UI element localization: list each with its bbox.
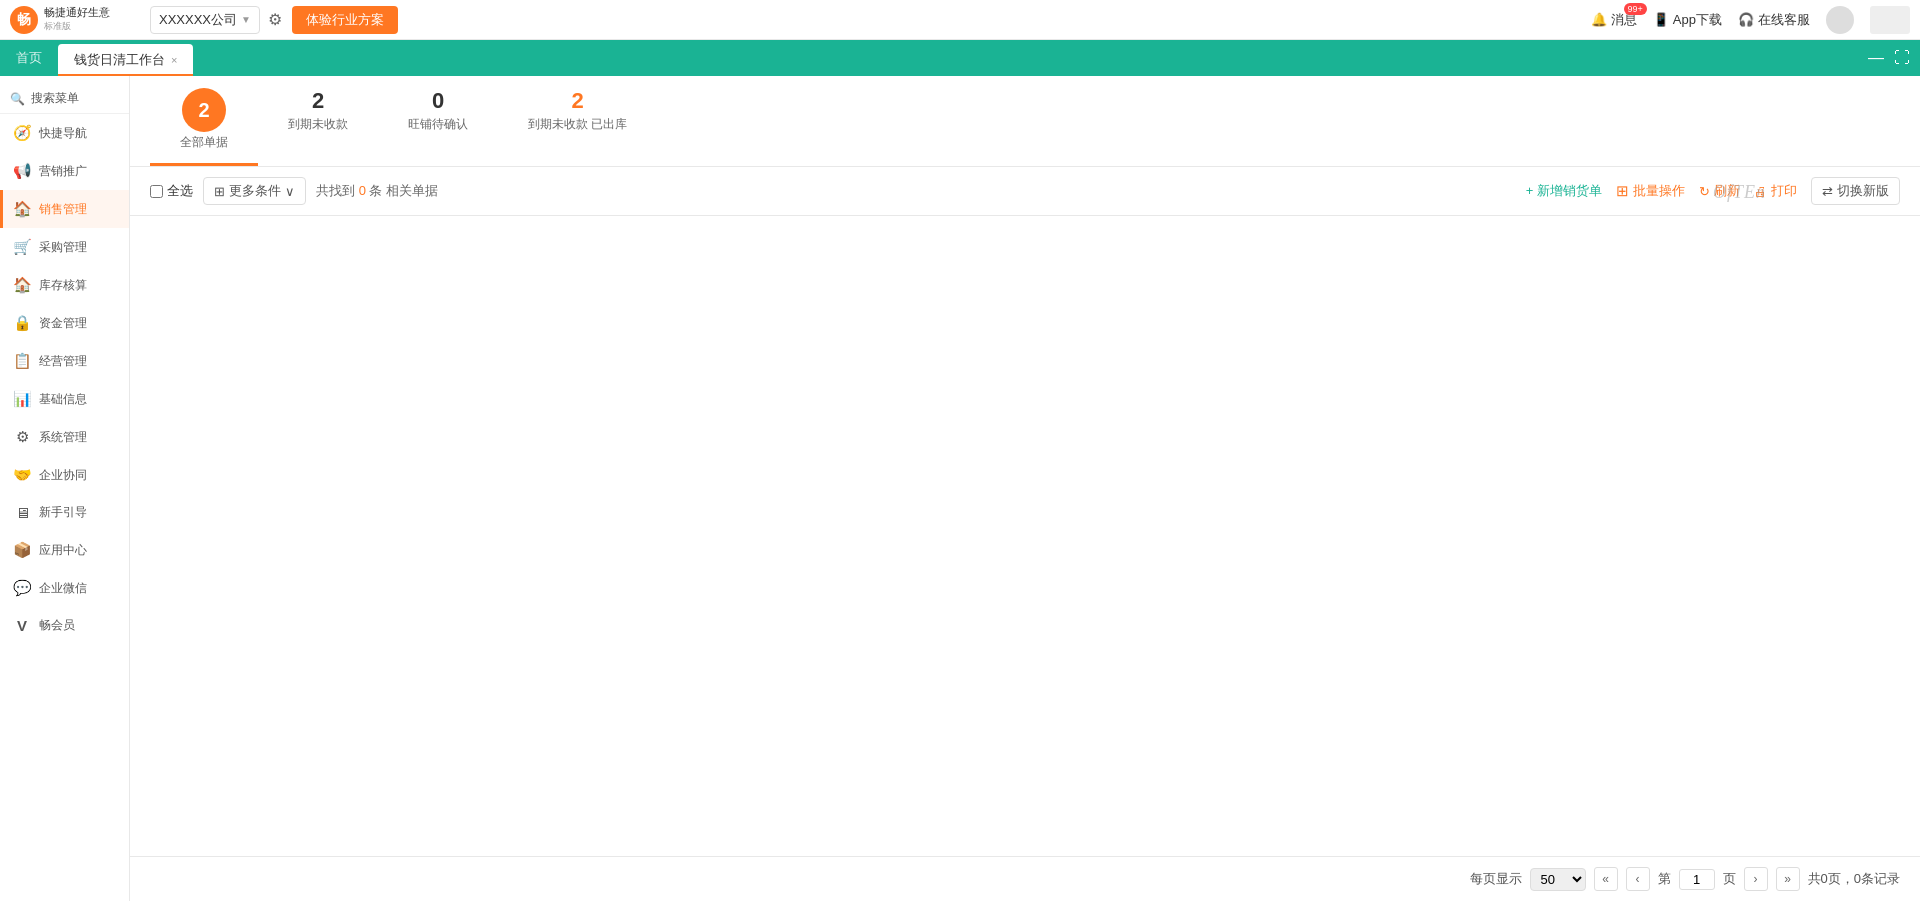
finance-icon: 🔒	[13, 314, 31, 332]
messages-badge: 99+	[1624, 3, 1647, 15]
sidebar-item-appstore[interactable]: 📦 应用中心	[0, 531, 129, 569]
tab-progress-bar	[58, 74, 193, 76]
sidebar-item-wechat[interactable]: 💬 企业微信	[0, 569, 129, 607]
sidebar-item-operations[interactable]: 📋 经营管理	[0, 342, 129, 380]
window-minimize-icon[interactable]: —	[1868, 49, 1884, 67]
search-icon: 🔍	[10, 92, 25, 106]
sidebar-item-inventory[interactable]: 🏠 库存核算	[0, 266, 129, 304]
page-label: 第	[1658, 870, 1671, 888]
top-header: 畅 畅捷通好生意 标准版 XXXXXX公司 ▼ ⚙ 体验行业方案 🔔 消息 99…	[0, 0, 1920, 40]
batch-icon: ⊞	[1616, 182, 1629, 200]
window-maximize-icon[interactable]: ⛶	[1894, 49, 1910, 67]
next-page-button[interactable]: ›	[1744, 867, 1768, 891]
filter-icon: ⊞	[214, 184, 225, 199]
wechat-icon: 💬	[13, 579, 31, 597]
tab-home[interactable]: 首页	[0, 40, 58, 76]
sidebar: 🔍 搜索菜单 🧭 快捷导航 📢 营销推广 🏠 销售管理 🛒 采购管理 🏠	[0, 76, 130, 901]
headset-icon: 🎧	[1738, 12, 1754, 27]
download-icon: 📱	[1653, 12, 1669, 27]
chevron-down-icon: ∨	[285, 184, 295, 199]
stats-tabs: 2 全部单据 2 到期未收款 0 旺铺待确认 2 到期未收款 已出库	[130, 76, 1920, 167]
inventory-icon: 🏠	[13, 276, 31, 294]
nav-tabs-bar: 首页 钱货日清工作台 × — ⛶	[0, 40, 1920, 76]
settings-icon[interactable]: ⚙	[268, 10, 282, 29]
sidebar-item-purchase[interactable]: 🛒 采购管理	[0, 228, 129, 266]
stats-tab-shipped[interactable]: 2 到期未收款 已出库	[498, 76, 657, 166]
content-area: 2 全部单据 2 到期未收款 0 旺铺待确认 2 到期未收款 已出库 全选	[130, 76, 1920, 901]
sales-icon: 🏠	[13, 200, 31, 218]
filter-button[interactable]: ⊞ 更多条件 ∨	[203, 177, 306, 205]
app-name: 畅捷通好生意 标准版	[44, 6, 110, 32]
sidebar-item-member[interactable]: V 畅会员	[0, 607, 129, 644]
stats-tab-pending[interactable]: 0 旺铺待确认	[378, 76, 498, 166]
sidebar-top: 🔍 搜索菜单 🧭 快捷导航 📢 营销推广 🏠 销售管理 🛒 采购管理 🏠	[0, 76, 129, 652]
system-icon: ⚙	[13, 428, 31, 446]
add-order-button[interactable]: + 新增销货单	[1526, 182, 1602, 200]
switch-version-button[interactable]: ⇄ 切换新版	[1811, 177, 1900, 205]
switch-icon: ⇄	[1822, 184, 1833, 199]
first-page-button[interactable]: «	[1594, 867, 1618, 891]
total-info: 共0页，0条记录	[1808, 870, 1900, 888]
bell-icon: 🔔	[1591, 12, 1607, 27]
user-name-area[interactable]	[1870, 6, 1910, 34]
nav-right-icons: — ⛶	[1868, 40, 1920, 76]
sidebar-item-guide[interactable]: 🖥 新手引导	[0, 494, 129, 531]
company-name: XXXXXX公司	[159, 11, 237, 29]
avatar[interactable]	[1826, 6, 1854, 34]
member-icon: V	[13, 617, 31, 634]
pagination-bar: 每页显示 50 100 200 « ‹ 第 页 › » 共0页，0条记录	[130, 856, 1920, 901]
guide-icon: 🖥	[13, 504, 31, 521]
compass-icon: 🧭	[13, 124, 31, 142]
operations-icon: 📋	[13, 352, 31, 370]
online-service-button[interactable]: 🎧 在线客服	[1738, 11, 1810, 29]
tab-close-icon[interactable]: ×	[171, 54, 177, 66]
batch-operation-button[interactable]: ⊞ 批量操作	[1616, 182, 1685, 200]
refresh-icon: ↻	[1699, 184, 1710, 199]
tab-active[interactable]: 钱货日清工作台 ×	[58, 44, 193, 76]
header-right: 🔔 消息 99+ 📱 App下载 🎧 在线客服	[1591, 6, 1910, 34]
page-suffix: 页	[1723, 870, 1736, 888]
sidebar-search[interactable]: 🔍 搜索菜单	[0, 84, 129, 114]
stats-tab-all[interactable]: 2 全部单据	[150, 76, 258, 166]
table-area	[130, 216, 1920, 856]
select-all-checkbox[interactable]: 全选	[150, 182, 193, 200]
sidebar-item-quick-nav[interactable]: 🧭 快捷导航	[0, 114, 129, 152]
watermark-text: OfTEn	[1713, 182, 1766, 203]
sidebar-item-finance[interactable]: 🔒 资金管理	[0, 304, 129, 342]
basic-icon: 📊	[13, 390, 31, 408]
toolbar: 全选 ⊞ 更多条件 ∨ 共找到 0 条 相关单据 + 新增销货单 ⊞ 批量操作	[130, 167, 1920, 216]
sidebar-item-basic[interactable]: 📊 基础信息	[0, 380, 129, 418]
trial-button[interactable]: 体验行业方案	[292, 6, 398, 34]
enterprise-icon: 🤝	[13, 466, 31, 484]
messages-button[interactable]: 🔔 消息 99+	[1591, 11, 1637, 29]
logo-area: 畅 畅捷通好生意 标准版	[10, 6, 140, 34]
last-page-button[interactable]: »	[1776, 867, 1800, 891]
prev-page-button[interactable]: ‹	[1626, 867, 1650, 891]
stats-tab-overdue[interactable]: 2 到期未收款	[258, 76, 378, 166]
purchase-icon: 🛒	[13, 238, 31, 256]
marketing-icon: 📢	[13, 162, 31, 180]
app-logo: 畅	[10, 6, 38, 34]
select-all-input[interactable]	[150, 185, 163, 198]
appstore-icon: 📦	[13, 541, 31, 559]
company-selector[interactable]: XXXXXX公司 ▼	[150, 6, 260, 34]
per-page-label: 每页显示	[1470, 870, 1522, 888]
current-page-input[interactable]	[1679, 869, 1715, 890]
app-download-button[interactable]: 📱 App下载	[1653, 11, 1722, 29]
sidebar-item-sales[interactable]: 🏠 销售管理	[0, 190, 129, 228]
chevron-down-icon: ▼	[241, 14, 251, 25]
sidebar-item-enterprise[interactable]: 🤝 企业协同	[0, 456, 129, 494]
per-page-select[interactable]: 50 100 200	[1530, 868, 1586, 891]
sidebar-item-marketing[interactable]: 📢 营销推广	[0, 152, 129, 190]
sidebar-item-system[interactable]: ⚙ 系统管理	[0, 418, 129, 456]
main-layout: 🔍 搜索菜单 🧭 快捷导航 📢 营销推广 🏠 销售管理 🛒 采购管理 🏠	[0, 76, 1920, 901]
found-text: 共找到 0 条 相关单据	[316, 182, 438, 200]
